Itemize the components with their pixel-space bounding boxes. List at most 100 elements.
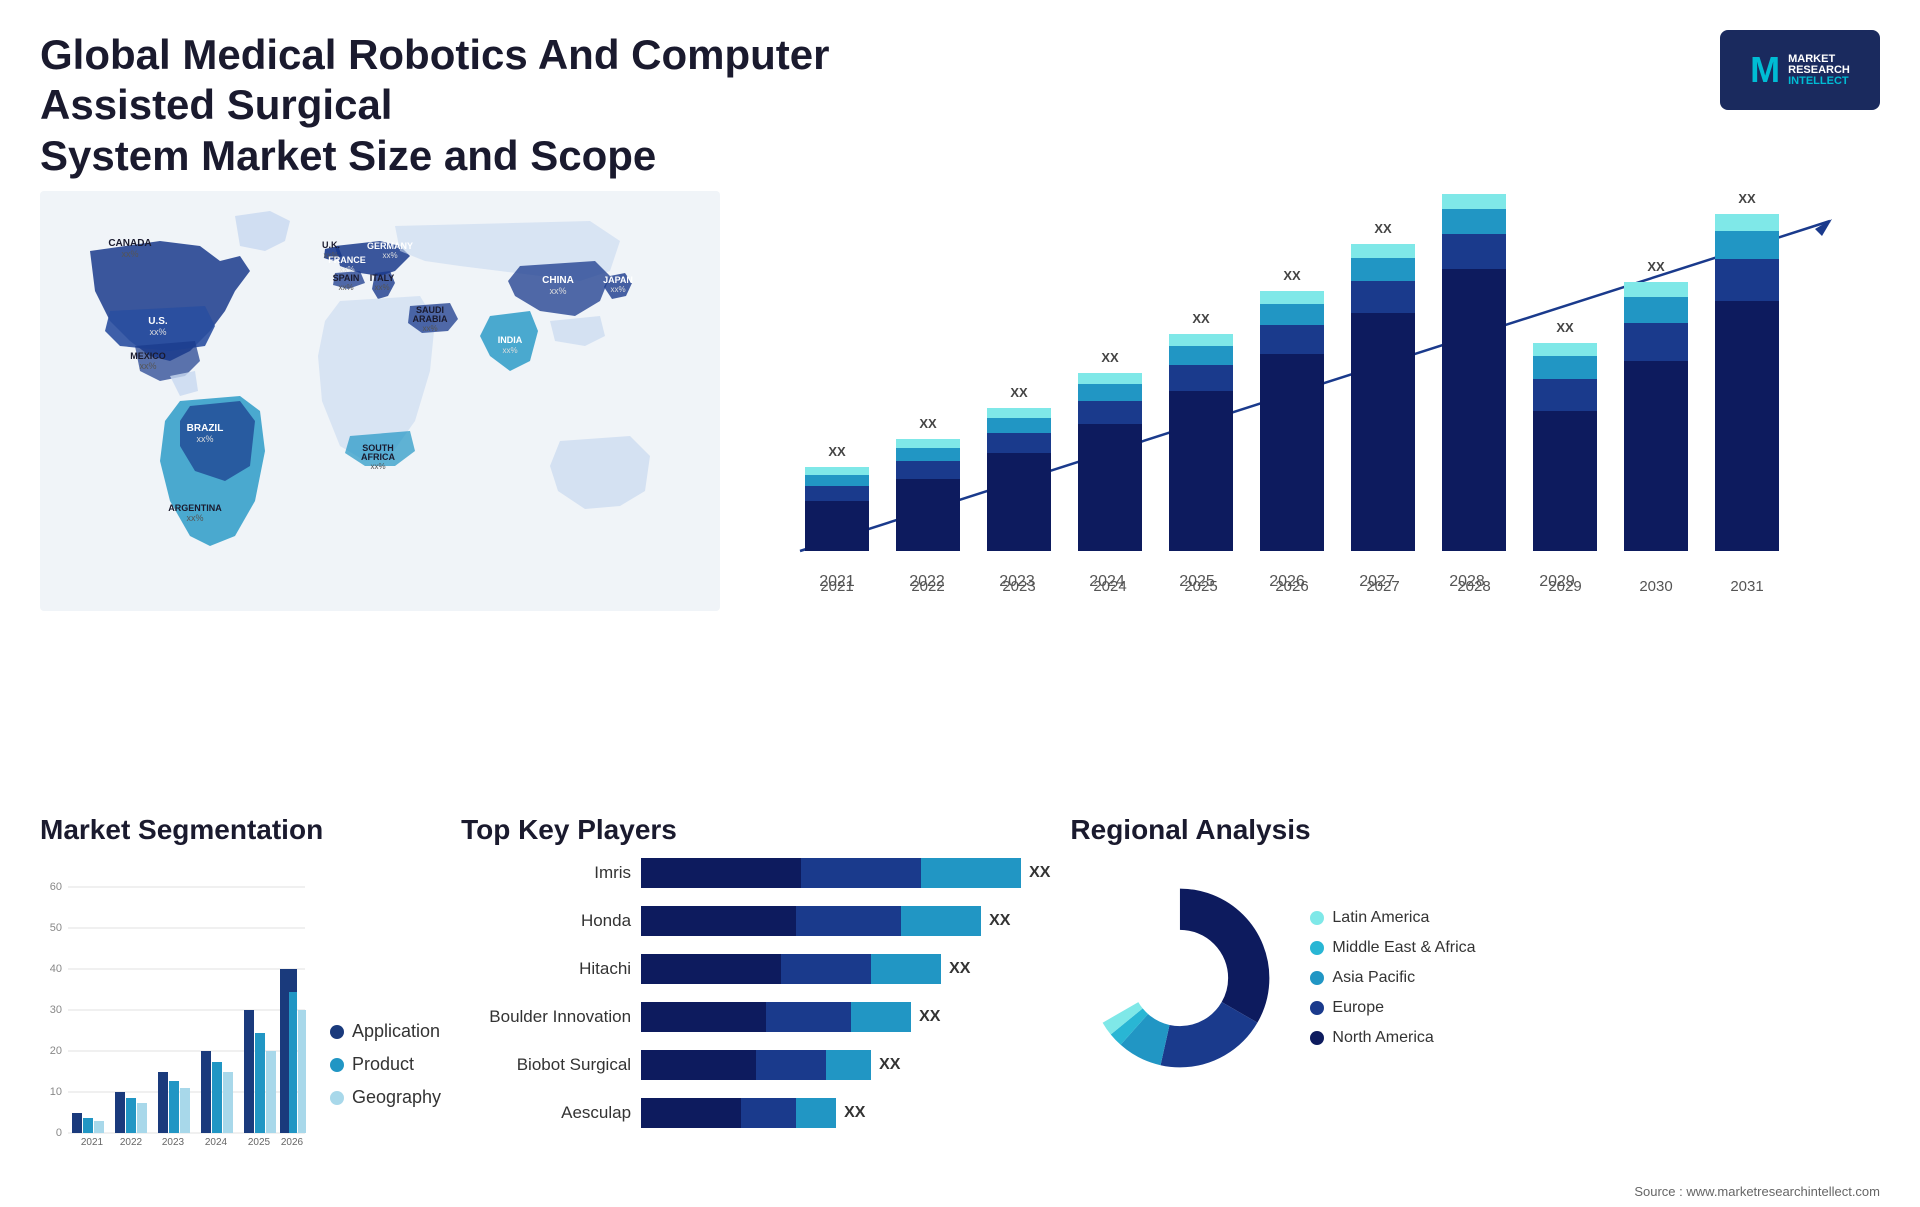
player-bar-honda: XX xyxy=(641,906,1050,936)
svg-text:2022: 2022 xyxy=(911,578,944,595)
imris-xx: XX xyxy=(1029,864,1050,882)
svg-text:XX: XX xyxy=(1283,268,1301,283)
svg-text:xx%: xx% xyxy=(502,346,517,355)
player-name-honda: Honda xyxy=(461,911,631,931)
main-content: CANADA xx% U.S. xx% MEXICO xx% BRAZIL xx… xyxy=(0,191,1920,1207)
svg-text:CHINA: CHINA xyxy=(542,275,574,286)
honda-bar xyxy=(641,906,981,936)
svg-text:XX: XX xyxy=(1556,320,1574,335)
region-latin-america: Latin America xyxy=(1310,909,1475,927)
svg-text:FRANCE: FRANCE xyxy=(328,255,366,265)
key-players-section: Top Key Players Imris XX Honda xyxy=(461,814,1050,1164)
segmentation-title: Market Segmentation xyxy=(40,814,441,846)
svg-text:30: 30 xyxy=(50,1004,62,1016)
svg-text:2021: 2021 xyxy=(81,1137,104,1148)
middle-east-label: Middle East & Africa xyxy=(1332,939,1475,957)
player-bar-aesculap: XX xyxy=(641,1098,1050,1128)
application-dot xyxy=(330,1025,344,1039)
svg-text:xx%: xx% xyxy=(610,285,625,294)
region-north-america: North America xyxy=(1310,1029,1475,1047)
geography-dot xyxy=(330,1091,344,1105)
svg-text:xx%: xx% xyxy=(382,251,397,260)
svg-text:2026: 2026 xyxy=(281,1137,304,1148)
latin-america-dot xyxy=(1310,911,1324,925)
boulder-xx: XX xyxy=(919,1008,940,1026)
player-row-honda: Honda XX xyxy=(461,906,1050,936)
svg-text:2031: 2031 xyxy=(1730,578,1763,595)
legend-application: Application xyxy=(330,1021,441,1042)
svg-text:2022: 2022 xyxy=(120,1137,143,1148)
geography-label: Geography xyxy=(352,1087,441,1108)
svg-text:JAPAN: JAPAN xyxy=(603,275,633,285)
svg-text:2023: 2023 xyxy=(1002,578,1035,595)
bottom-section: Market Segmentation 0 10 20 30 40 50 60 xyxy=(0,804,1920,1184)
latin-america-label: Latin America xyxy=(1332,909,1429,927)
svg-text:XX: XX xyxy=(1101,350,1119,365)
player-name-aesculap: Aesculap xyxy=(461,1103,631,1123)
source-text: Source : www.marketresearchintellect.com xyxy=(0,1184,1920,1207)
svg-text:xx%: xx% xyxy=(370,462,385,471)
svg-text:50: 50 xyxy=(50,922,62,934)
product-dot xyxy=(330,1058,344,1072)
svg-text:2024: 2024 xyxy=(205,1137,228,1148)
north-america-dot xyxy=(1310,1031,1324,1045)
player-bar-hitachi: XX xyxy=(641,954,1050,984)
svg-text:XX: XX xyxy=(1010,385,1028,400)
svg-text:XX: XX xyxy=(1738,191,1756,206)
region-middle-east: Middle East & Africa xyxy=(1310,939,1475,957)
key-players-title: Top Key Players xyxy=(461,814,1050,846)
region-asia-pacific: Asia Pacific xyxy=(1310,969,1475,987)
svg-text:40: 40 xyxy=(50,963,62,975)
product-label: Product xyxy=(352,1054,414,1075)
regional-title: Regional Analysis xyxy=(1070,814,1880,846)
svg-text:2030: 2030 xyxy=(1639,578,1672,595)
hitachi-bar xyxy=(641,954,941,984)
svg-text:2027: 2027 xyxy=(1366,578,1399,595)
svg-text:ARABIA: ARABIA xyxy=(413,314,448,324)
region-legend: Latin America Middle East & Africa Asia … xyxy=(1310,909,1475,1047)
legend-product: Product xyxy=(330,1054,441,1075)
seg-legend: Application Product Geography xyxy=(330,1021,441,1138)
svg-text:BRAZIL: BRAZIL xyxy=(187,423,224,434)
svg-text:xx%: xx% xyxy=(186,513,203,523)
imris-bar xyxy=(641,858,1021,888)
logo-m-icon: M xyxy=(1750,49,1780,91)
player-row-hitachi: Hitachi XX xyxy=(461,954,1050,984)
map-area: CANADA xx% U.S. xx% MEXICO xx% BRAZIL xx… xyxy=(40,191,720,804)
player-name-hitachi: Hitachi xyxy=(461,959,631,979)
seg-bar-svg: 0 10 20 30 40 50 60 xyxy=(40,858,310,1148)
svg-text:ARGENTINA: ARGENTINA xyxy=(168,503,222,513)
svg-text:2029: 2029 xyxy=(1548,578,1581,595)
logo-market-text: MARKET xyxy=(1788,54,1850,65)
svg-text:U.S.: U.S. xyxy=(148,316,168,327)
svg-text:2021: 2021 xyxy=(820,578,853,595)
title-line2: System Market Size and Scope xyxy=(40,132,656,179)
svg-text:GERMANY: GERMANY xyxy=(367,241,413,251)
europe-dot xyxy=(1310,1001,1324,1015)
growth-chart: XX 2021 XX 2022 XX 2023 xyxy=(740,191,1900,804)
player-row-imris: Imris XX xyxy=(461,858,1050,888)
svg-text:2028: 2028 xyxy=(1457,578,1490,595)
svg-text:xx%: xx% xyxy=(374,283,389,292)
logo-area: M MARKET RESEARCH INTELLECT xyxy=(1720,30,1880,110)
growth-chart-svg: XX 2021 XX 2022 XX 2023 xyxy=(740,191,1900,611)
svg-text:xx%: xx% xyxy=(121,249,138,259)
svg-text:xx%: xx% xyxy=(422,324,437,333)
svg-text:ITALY: ITALY xyxy=(370,273,395,283)
svg-text:U.K.: U.K. xyxy=(322,240,340,250)
biobot-xx: XX xyxy=(879,1056,900,1074)
svg-text:INDIA: INDIA xyxy=(498,335,523,345)
svg-text:60: 60 xyxy=(50,881,62,893)
hitachi-xx: XX xyxy=(949,960,970,978)
svg-text:XX: XX xyxy=(1374,221,1392,236)
aesculap-xx: XX xyxy=(844,1104,865,1122)
svg-text:20: 20 xyxy=(50,1045,62,1057)
player-name-imris: Imris xyxy=(461,863,631,883)
player-name-boulder: Boulder Innovation xyxy=(461,1007,631,1027)
europe-label: Europe xyxy=(1332,999,1384,1017)
north-america-label: North America xyxy=(1332,1029,1433,1047)
player-row-biobot: Biobot Surgical XX xyxy=(461,1050,1050,1080)
player-name-biobot: Biobot Surgical xyxy=(461,1055,631,1075)
svg-text:xx%: xx% xyxy=(549,286,566,296)
world-map-svg: CANADA xx% U.S. xx% MEXICO xx% BRAZIL xx… xyxy=(40,191,720,611)
